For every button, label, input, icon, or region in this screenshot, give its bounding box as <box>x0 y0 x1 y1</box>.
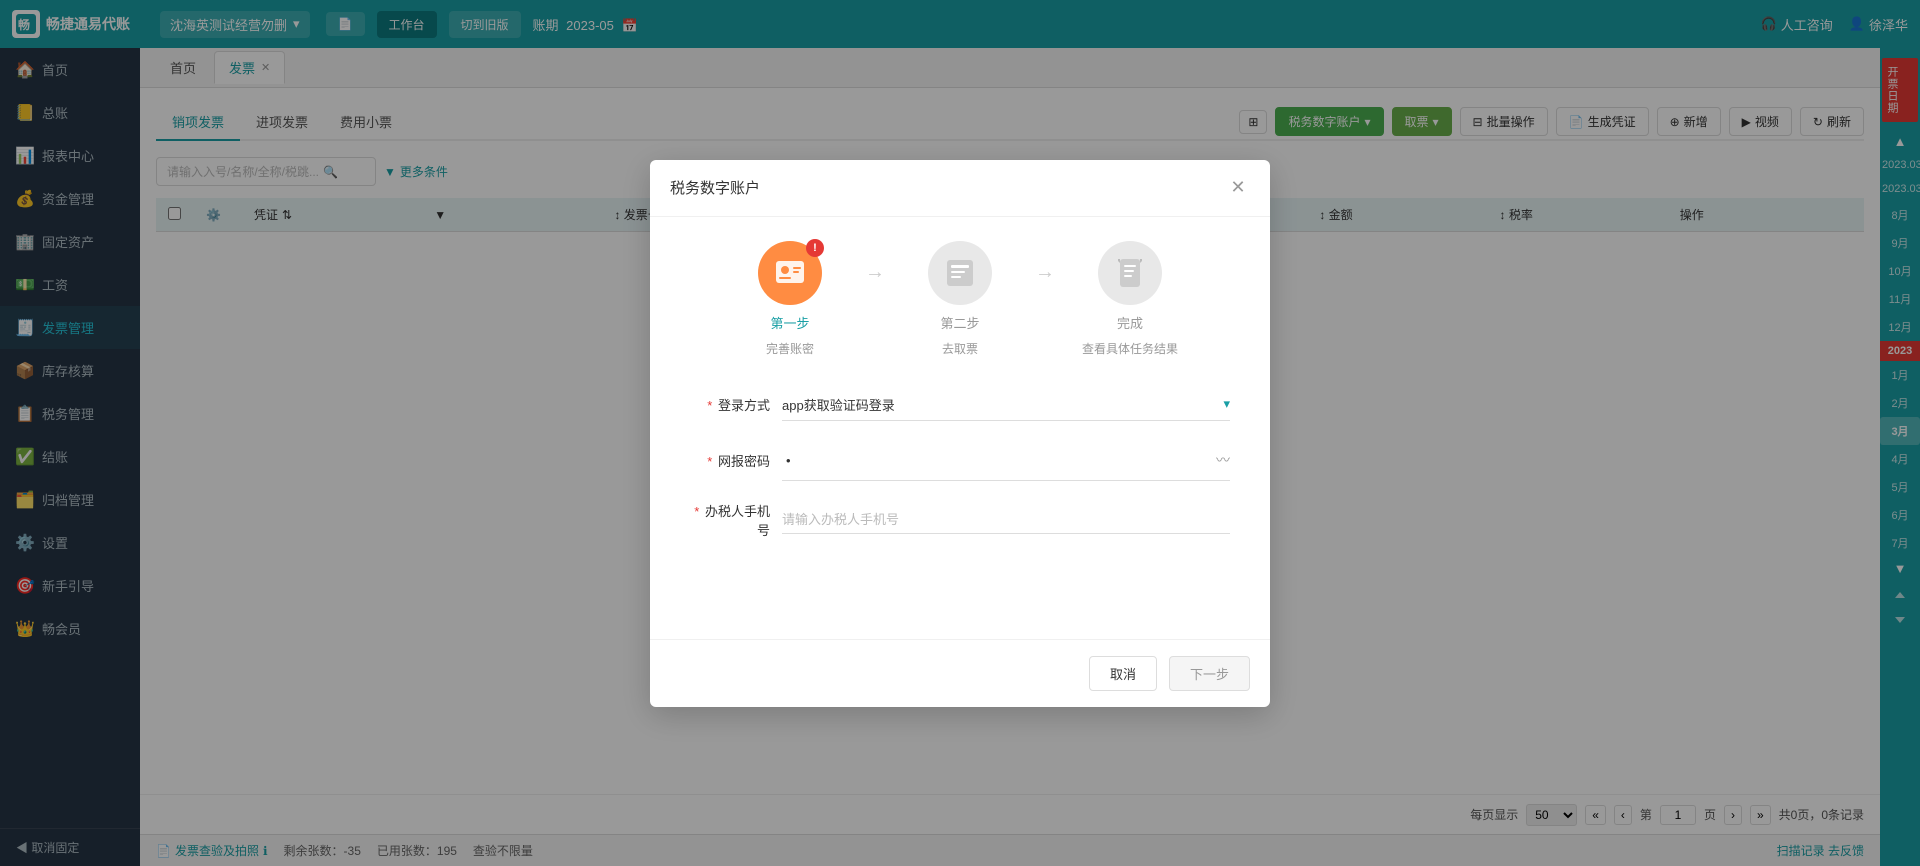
step-arrow-2: → <box>1035 241 1055 284</box>
modal-overlay[interactable]: 税务数字账户 ✕ ! <box>0 0 1920 866</box>
modal-close-btn[interactable]: ✕ <box>1226 176 1250 200</box>
modal-body: ! 第一步 完善账密 → <box>650 217 1270 639</box>
step-1-icon-wrap: ! <box>758 241 822 305</box>
step-2-label: 第二步 <box>940 313 979 332</box>
cancel-btn[interactable]: 取消 <box>1089 656 1157 691</box>
form-row-password: * 网报密码 〰 <box>690 441 1230 481</box>
step-3-desc: 查看具体任务结果 <box>1082 340 1178 357</box>
login-method-label: * 登录方式 <box>690 395 770 414</box>
phone-label: * 办税人手机号 <box>690 501 770 539</box>
steps-row: ! 第一步 完善账密 → <box>690 241 1230 357</box>
modal-title: 税务数字账户 <box>670 177 760 198</box>
step-arrow-1: → <box>865 241 885 284</box>
next-btn[interactable]: 下一步 <box>1169 656 1250 691</box>
login-method-select[interactable]: app获取验证码登录 ▾ <box>782 389 1230 421</box>
dropdown-arrow-icon: ▾ <box>1223 396 1230 412</box>
step-1: ! 第一步 完善账密 <box>715 241 865 357</box>
eye-icon[interactable]: 〰 <box>1216 450 1230 470</box>
step-1-desc: 完善账密 <box>766 340 814 357</box>
password-label: * 网报密码 <box>690 451 770 470</box>
form-row-login-method: * 登录方式 app获取验证码登录 ▾ <box>690 389 1230 421</box>
step-2-desc: 去取票 <box>942 340 978 357</box>
password-input[interactable] <box>782 447 1216 474</box>
step-3-label: 完成 <box>1117 313 1143 332</box>
modal-footer: 取消 下一步 <box>650 639 1270 707</box>
form-spacer <box>690 559 1230 619</box>
phone-input[interactable] <box>782 506 1230 534</box>
step-1-badge: ! <box>806 239 824 257</box>
form-row-phone: * 办税人手机号 <box>690 501 1230 539</box>
step-2-icon-wrap <box>928 241 992 305</box>
step-1-label: 第一步 <box>770 313 809 332</box>
step-3-icon-wrap <box>1098 241 1162 305</box>
login-method-value: app获取验证码登录 <box>782 395 895 414</box>
step-2: 第二步 去取票 <box>885 241 1035 357</box>
password-field-wrap: 〰 <box>782 441 1230 481</box>
modal-tax-digital: 税务数字账户 ✕ ! <box>650 160 1270 707</box>
step-3: 完成 查看具体任务结果 <box>1055 241 1205 357</box>
modal-header: 税务数字账户 ✕ <box>650 160 1270 217</box>
